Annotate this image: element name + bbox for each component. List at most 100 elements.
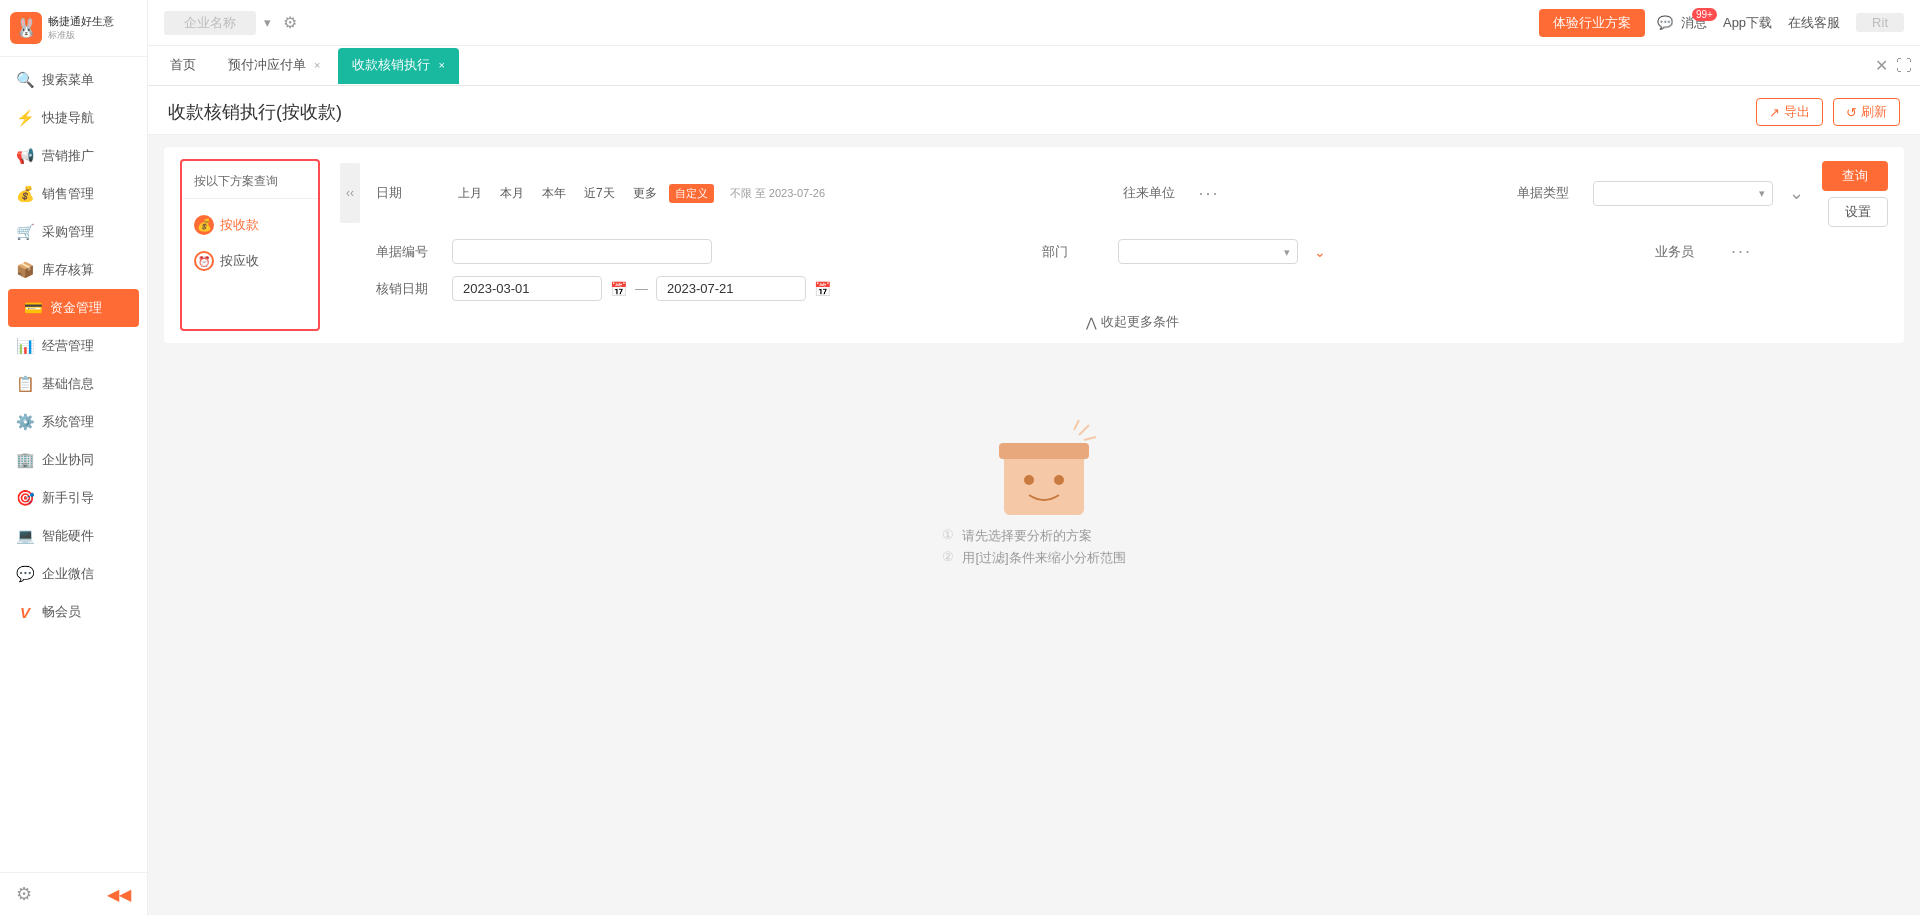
export-icon: ↗ bbox=[1769, 105, 1780, 120]
page-content: 收款核销执行(按收款) ↗ 导出 ↺ 刷新 按以下方案查询 💰 按收款 bbox=[148, 86, 1920, 915]
message-badge: 99+ bbox=[1692, 8, 1717, 21]
topbar: 企业名称 ▾ ⚙ 体验行业方案 💬 消息 99+ App下载 在线客服 Rit bbox=[148, 0, 1920, 46]
company-dropdown-icon[interactable]: ▾ bbox=[264, 15, 271, 30]
bill-type-dots[interactable]: ⌄ bbox=[1789, 182, 1806, 204]
query-btn[interactable]: 查询 bbox=[1822, 161, 1888, 191]
main-area: 企业名称 ▾ ⚙ 体验行业方案 💬 消息 99+ App下载 在线客服 Rit … bbox=[148, 0, 1920, 915]
empty-svg bbox=[984, 415, 1104, 525]
verify-end-input[interactable] bbox=[656, 276, 806, 301]
export-btn[interactable]: ↗ 导出 bbox=[1756, 98, 1823, 126]
filter-option-by-receipt[interactable]: 💰 按收款 bbox=[182, 207, 318, 243]
sidebar-item-search[interactable]: 🔍 搜索菜单 bbox=[0, 61, 147, 99]
topbar-actions: 体验行业方案 bbox=[1539, 9, 1645, 37]
salesperson-label: 业务员 bbox=[1655, 243, 1715, 261]
app-download-link[interactable]: App下载 bbox=[1723, 14, 1772, 32]
refresh-btn[interactable]: ↺ 刷新 bbox=[1833, 98, 1900, 126]
svg-rect-1 bbox=[999, 443, 1089, 459]
sidebar-item-marketing[interactable]: 📢 营销推广 bbox=[0, 137, 147, 175]
filter-scheme-title: 按以下方案查询 bbox=[182, 173, 318, 199]
filter-option-by-receivable[interactable]: ⏰ 按应收 bbox=[182, 243, 318, 279]
verify-start-calendar-icon[interactable]: 📅 bbox=[610, 281, 627, 297]
shortcut-icon: ⚡ bbox=[16, 109, 34, 127]
collapse-sidebar-icon[interactable]: ◀◀ bbox=[107, 885, 131, 904]
date-quick-btns: 上月 本月 本年 近7天 更多 自定义 bbox=[452, 183, 714, 204]
settings-gear-icon[interactable]: ⚙ bbox=[16, 883, 32, 905]
industry-btn[interactable]: 体验行业方案 bbox=[1539, 9, 1645, 37]
tab-actions: ✕ ⛶ bbox=[1875, 56, 1912, 75]
tab-close-all-icon[interactable]: ✕ bbox=[1875, 56, 1888, 75]
salesperson-selector[interactable]: ··· bbox=[1731, 241, 1752, 262]
bill-no-label: 单据编号 bbox=[376, 243, 436, 261]
sidebar-item-newbie[interactable]: 🎯 新手引导 bbox=[0, 479, 147, 517]
page-header: 收款核销执行(按收款) ↗ 导出 ↺ 刷新 bbox=[148, 86, 1920, 135]
sidebar-item-sales[interactable]: 💰 销售管理 bbox=[0, 175, 147, 213]
sidebar-item-finance[interactable]: 💳 资金管理 bbox=[8, 289, 139, 327]
date-btn-this-month[interactable]: 本月 bbox=[494, 183, 530, 204]
bill-no-input[interactable] bbox=[452, 239, 712, 264]
hardware-icon: 💻 bbox=[16, 527, 34, 545]
sidebar: 🐰 畅捷通好生意 标准版 🔍 搜索菜单 ⚡ 快捷导航 📢 营销推广 💰 销售管理… bbox=[0, 0, 148, 915]
sidebar-item-inventory[interactable]: 📦 库存核算 bbox=[0, 251, 147, 289]
date-custom-btn[interactable]: 自定义 bbox=[669, 184, 714, 203]
sales-icon: 💰 bbox=[16, 185, 34, 203]
page-header-actions: ↗ 导出 ↺ 刷新 bbox=[1756, 98, 1900, 126]
topbar-right: 💬 消息 99+ App下载 在线客服 Rit bbox=[1657, 13, 1904, 32]
sidebar-item-vip[interactable]: V 畅会员 bbox=[0, 593, 147, 631]
sidebar-item-shortcut[interactable]: ⚡ 快捷导航 bbox=[0, 99, 147, 137]
tab-prepay-close[interactable]: × bbox=[314, 59, 320, 71]
topbar-left: 企业名称 ▾ ⚙ bbox=[164, 11, 1527, 35]
chevron-up-icon: ⋀ bbox=[1086, 315, 1097, 330]
dept-select[interactable] bbox=[1118, 239, 1298, 264]
collapse-more-btn[interactable]: ⋀ 收起更多条件 bbox=[376, 313, 1888, 331]
empty-state: ① 请先选择要分析的方案 ② 用[过滤]条件来缩小分析范围 bbox=[148, 355, 1920, 631]
filter-row-2: 单据编号 部门 ⌄ 业务员 ··· bbox=[376, 239, 1888, 264]
sidebar-item-system[interactable]: ⚙️ 系统管理 bbox=[0, 403, 147, 441]
sidebar-item-operations[interactable]: 📊 经营管理 bbox=[0, 327, 147, 365]
tab-collect-close[interactable]: × bbox=[438, 59, 444, 71]
date-hint: 不限 至 2023-07-26 bbox=[730, 186, 825, 201]
empty-tip-1: ① 请先选择要分析的方案 bbox=[942, 527, 1125, 545]
verify-date-range: 📅 — 📅 bbox=[452, 276, 831, 301]
tab-prepay[interactable]: 预付冲应付单 × bbox=[214, 48, 334, 84]
dept-dropdown-icon[interactable]: ⌄ bbox=[1314, 244, 1326, 260]
wechat-icon: 💬 bbox=[16, 565, 34, 583]
date-btn-this-year[interactable]: 本年 bbox=[536, 183, 572, 204]
app-edition: 标准版 bbox=[48, 29, 114, 42]
operations-icon: 📊 bbox=[16, 337, 34, 355]
receipt-icon: 💰 bbox=[194, 215, 214, 235]
message-area[interactable]: 💬 消息 99+ bbox=[1657, 14, 1707, 32]
receivable-icon: ⏰ bbox=[194, 251, 214, 271]
verify-start-input[interactable] bbox=[452, 276, 602, 301]
sidebar-item-purchase[interactable]: 🛒 采购管理 bbox=[0, 213, 147, 251]
tab-home[interactable]: 首页 bbox=[156, 48, 210, 84]
online-service-link[interactable]: 在线客服 bbox=[1788, 14, 1840, 32]
marketing-icon: 📢 bbox=[16, 147, 34, 165]
date-btn-more[interactable]: 更多 bbox=[627, 183, 663, 204]
date-btn-7days[interactable]: 近7天 bbox=[578, 183, 621, 204]
tab-collect[interactable]: 收款核销执行 × bbox=[338, 48, 458, 84]
app-title: 畅捷通好生意 bbox=[48, 14, 114, 28]
svg-line-6 bbox=[1084, 437, 1096, 440]
date-btn-last-month[interactable]: 上月 bbox=[452, 183, 488, 204]
tabbar: 首页 预付冲应付单 × 收款核销执行 × ✕ ⛶ bbox=[148, 46, 1920, 86]
filter-row-1: 日期 上月 本月 本年 近7天 更多 自定义 不限 至 2023-07-26 往… bbox=[376, 159, 1888, 227]
partner-label: 往来单位 bbox=[1123, 184, 1183, 202]
user-name: Rit bbox=[1856, 13, 1904, 32]
message-icon: 💬 bbox=[1657, 15, 1673, 30]
sidebar-item-basics[interactable]: 📋 基础信息 bbox=[0, 365, 147, 403]
sidebar-item-hardware[interactable]: 💻 智能硬件 bbox=[0, 517, 147, 555]
partner-selector[interactable]: ··· bbox=[1199, 183, 1220, 204]
collapse-filter-sidebar-btn[interactable]: ‹‹ bbox=[340, 163, 360, 223]
bill-type-select[interactable] bbox=[1593, 181, 1773, 206]
sidebar-item-wechat[interactable]: 💬 企业微信 bbox=[0, 555, 147, 593]
filter-form: 日期 上月 本月 本年 近7天 更多 自定义 不限 至 2023-07-26 往… bbox=[376, 159, 1888, 331]
sidebar-item-enterprise[interactable]: 🏢 企业协同 bbox=[0, 441, 147, 479]
settings-topbar-icon[interactable]: ⚙ bbox=[283, 13, 297, 32]
verify-end-calendar-icon[interactable]: 📅 bbox=[814, 281, 831, 297]
tab-expand-icon[interactable]: ⛶ bbox=[1896, 57, 1912, 75]
verify-date-label: 核销日期 bbox=[376, 280, 436, 298]
page-title: 收款核销执行(按收款) bbox=[168, 100, 342, 124]
filter-row-3: 核销日期 📅 — 📅 bbox=[376, 276, 1888, 301]
search-icon: 🔍 bbox=[16, 71, 34, 89]
settings-btn[interactable]: 设置 bbox=[1828, 197, 1888, 227]
